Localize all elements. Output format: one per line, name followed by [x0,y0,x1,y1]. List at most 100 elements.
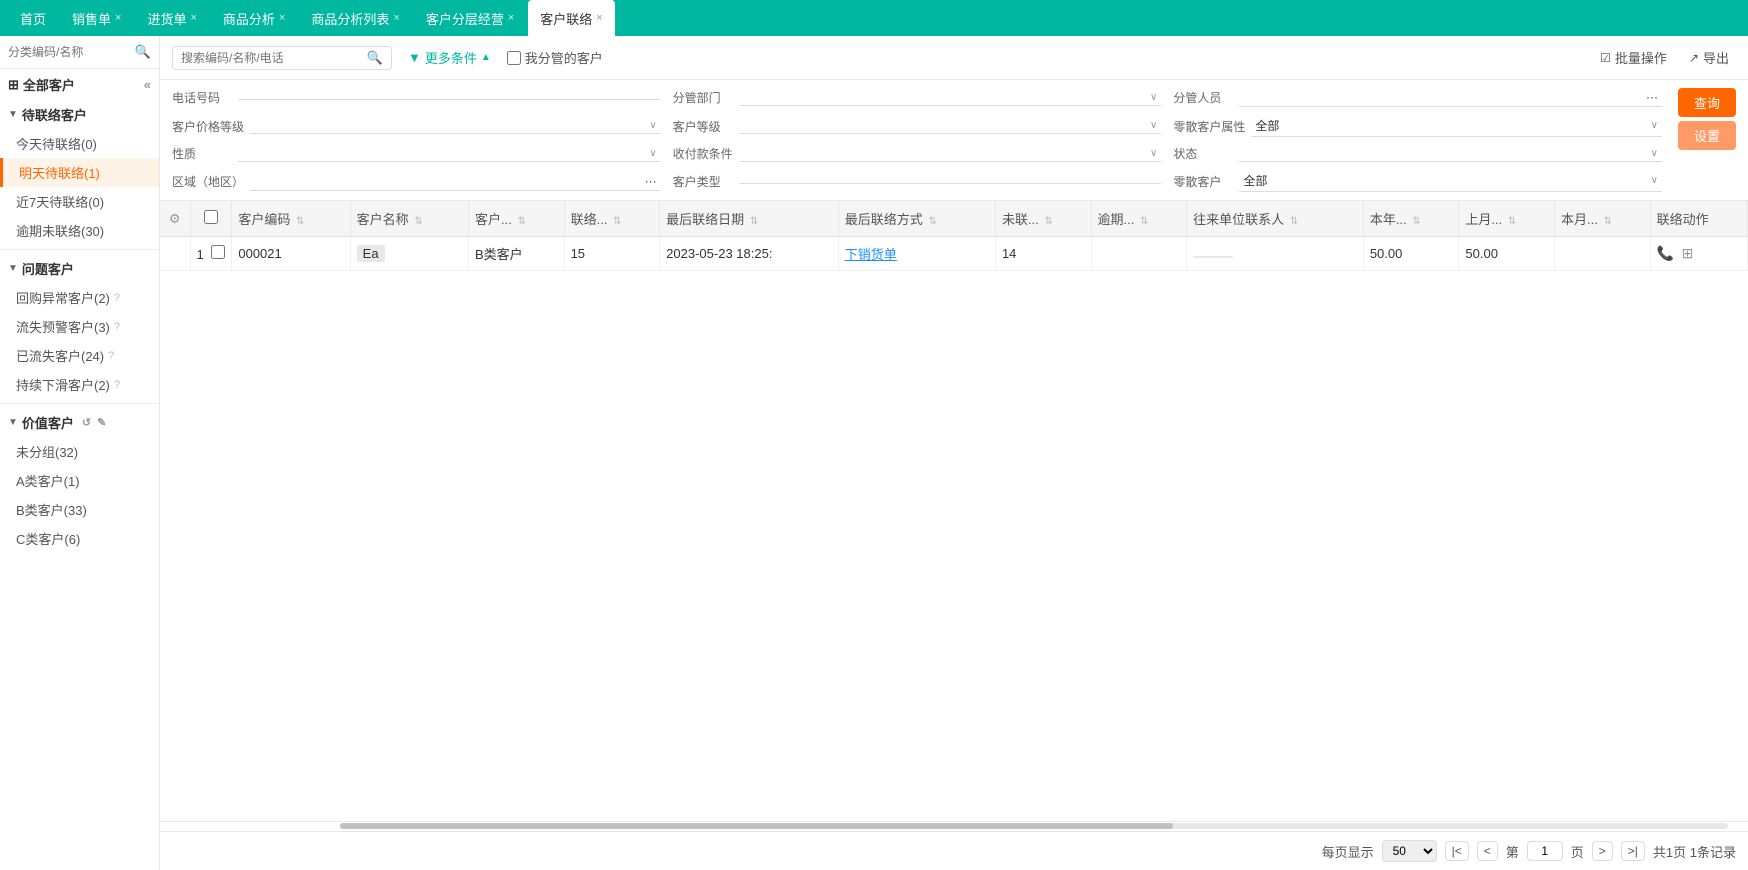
gear-icon[interactable]: ⚙ [169,211,181,226]
sidebar-search-icon[interactable]: 🔍 [135,44,151,60]
refresh-icon[interactable]: ↺ [82,416,91,429]
row-checkbox[interactable] [211,245,225,259]
row-overdue [1091,237,1187,271]
sort-icon-lmonth[interactable]: ⇅ [1508,216,1516,227]
page-size-select[interactable]: 50 100 200 [1382,840,1437,862]
filter-manager-select[interactable]: ··· [1239,88,1662,107]
scroll-thumb[interactable] [340,823,1173,829]
page-input[interactable] [1527,841,1563,861]
query-button[interactable]: 查询 [1678,88,1736,117]
sidebar-pending-group: ▼ 待联络客户 [0,100,159,129]
search-bar: 🔍 ▼ 更多条件 ▲ 我分管的客户 ☑ 批量操作 ↗ 导出 [160,36,1748,80]
info-icon3: ? [108,350,114,362]
export-btn[interactable]: ↗ 导出 [1682,44,1736,71]
sidebar-item-today[interactable]: 今天待联络(0) [0,129,159,158]
filter-manager-dots[interactable]: ··· [1646,90,1658,104]
row-gear [160,237,190,271]
row-unit-contact [1187,237,1364,271]
sort-icon-name[interactable]: ⇅ [414,216,422,227]
nav-customer-contact-close[interactable]: × [596,12,602,24]
filter-dept: 分管部门 ∨ [673,89,1162,106]
nav-product-list-close[interactable]: × [393,12,399,24]
filter-gender-select[interactable]: ∨ [238,146,661,162]
sidebar-all-customers[interactable]: ⊞ 全部客户 « [0,69,159,100]
select-all-checkbox[interactable] [204,210,218,224]
sort-icon-contact[interactable]: ⇅ [613,216,621,227]
search-input[interactable] [181,51,363,65]
nav-purchase-close[interactable]: × [190,12,196,24]
last-method-link[interactable]: 下销货单 [845,247,897,262]
export-icon: ↗ [1689,51,1699,65]
sidebar-item-declining[interactable]: 持续下滑客户(2) ? [0,370,159,399]
sort-icon-code[interactable]: ⇅ [296,216,304,227]
filter-area-dots[interactable]: ··· [645,174,657,188]
nav-product-analysis-close[interactable]: × [279,12,285,24]
my-customers-checkbox[interactable]: 我分管的客户 [507,48,603,67]
filter-retail-attr-select[interactable]: 全部 ∨ [1251,115,1662,137]
sort-icon-method[interactable]: ⇅ [928,216,936,227]
filter-row-2: 客户价格等级 ∨ 客户等级 ∨ [172,115,1662,137]
filter-phone-input[interactable] [238,95,661,100]
sidebar-item-ungrouped[interactable]: 未分组(32) [0,437,159,466]
col-type: 客户... ⇅ [468,201,564,237]
nav-customer-segment-close[interactable]: × [508,12,514,24]
nav-customer-segment[interactable]: 客户分层经营 × [414,0,526,36]
row-contact-num: 15 [564,237,660,271]
table-footer: 每页显示 50 100 200 |< < 第 页 > >| 共1页 1条记录 [160,831,1748,870]
edit-icon[interactable]: ✎ [97,416,106,429]
sidebar-item-b-class[interactable]: B类客户(33) [0,495,159,524]
filter-payment-label: 收付款条件 [673,145,733,162]
filter-price-select[interactable]: ∨ [250,118,661,134]
col-last-date: 最后联络日期 ⇅ [660,201,839,237]
nav-home[interactable]: 首页 [8,0,58,36]
filter-status-select[interactable]: ∨ [1239,146,1662,162]
sort-icon-notlinked[interactable]: ⇅ [1044,216,1052,227]
filter-ctype-select[interactable] [739,179,1162,184]
sidebar-item-7days[interactable]: 近7天待联络(0) [0,187,159,216]
action-phone-icon[interactable]: 📞 [1657,245,1674,261]
sort-icon-overdue[interactable]: ⇅ [1140,216,1148,227]
sidebar-item-repurchase[interactable]: 回购异常客户(2) ? [0,283,159,312]
nav-product-analysis[interactable]: 商品分析 × [211,0,297,36]
sidebar-item-tomorrow[interactable]: 明天待联络(1) [0,158,159,187]
sidebar-item-overdue[interactable]: 逾期未联络(30) [0,216,159,245]
search-icon[interactable]: 🔍 [367,50,383,66]
nav-purchase-label: 进货单 [147,9,186,28]
filter-dept-select[interactable]: ∨ [739,90,1162,106]
action-grid-icon[interactable]: ⊞ [1682,245,1694,261]
collapse-icon[interactable]: « [144,77,151,92]
page-first-btn[interactable]: |< [1445,841,1469,861]
filter-area-select[interactable]: ··· [250,172,661,191]
batch-op-btn[interactable]: ☑ 批量操作 [1593,44,1674,71]
sidebar-item-churn-warning[interactable]: 流失预警客户(3) ? [0,312,159,341]
sort-icon-year[interactable]: ⇅ [1412,216,1420,227]
set-button[interactable]: 设置 [1678,121,1736,150]
caret-down-icon8: ∨ [1651,175,1658,186]
sidebar-search-input[interactable] [8,45,131,59]
filter-payment-select[interactable]: ∨ [739,146,1162,162]
nav-product-list[interactable]: 商品分析列表 × [299,0,411,36]
sidebar-item-c-class[interactable]: C类客户(6) [0,524,159,553]
sort-icon-type[interactable]: ⇅ [517,216,525,227]
row-not-linked: 14 [995,237,1091,271]
sidebar-item-churned[interactable]: 已流失客户(24) ? [0,341,159,370]
nav-sales-close[interactable]: × [115,12,121,24]
nav-sales[interactable]: 销售单 × [60,0,133,36]
sort-icon-unit[interactable]: ⇅ [1290,216,1298,227]
sort-icon-date[interactable]: ⇅ [750,216,758,227]
filter-retail-select[interactable]: 全部 ∨ [1239,170,1662,192]
filter-price-label: 客户价格等级 [172,118,244,135]
filter-level-select[interactable]: ∨ [739,118,1162,134]
col-name: 客户名称 ⇅ [350,201,468,237]
page-last-btn[interactable]: >| [1621,841,1645,861]
nav-customer-contact[interactable]: 客户联络 × [528,0,614,36]
sidebar-item-a-class[interactable]: A类客户(1) [0,466,159,495]
nav-purchase[interactable]: 进货单 × [135,0,208,36]
page-prev-btn[interactable]: < [1477,841,1498,861]
filter-manager: 分管人员 ··· [1173,88,1662,107]
sort-icon-tmonth[interactable]: ⇅ [1603,216,1611,227]
page-next-btn[interactable]: > [1592,841,1613,861]
sidebar: 🔍 ⊞ 全部客户 « ▼ 待联络客户 今天待联络(0) 明天待联络(1) 近7天… [0,36,160,870]
my-customers-cb[interactable] [507,51,521,65]
filter-more-btn[interactable]: ▼ 更多条件 ▲ [400,45,499,70]
